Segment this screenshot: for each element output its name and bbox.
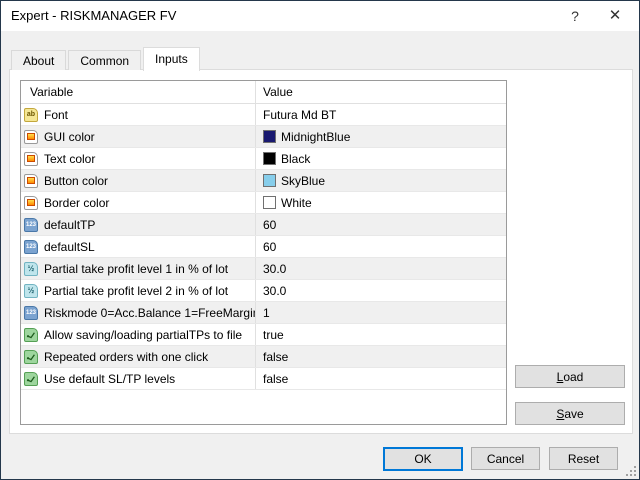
color-param-icon <box>24 151 38 166</box>
color-param-icon <box>24 173 38 188</box>
variable-name: Partial take profit level 2 in % of lot <box>44 283 229 298</box>
value-text: MidnightBlue <box>281 129 351 144</box>
table-row[interactable]: ½ Partial take profit level 2 in % of lot… <box>21 280 506 302</box>
reset-button[interactable]: Reset <box>549 447 618 470</box>
table-row[interactable]: Text color Black <box>21 148 506 170</box>
table-header: Variable Value <box>21 81 506 104</box>
table-row[interactable]: 123 defaultTP 60 <box>21 214 506 236</box>
close-button[interactable]: ✕ <box>599 1 631 31</box>
color-param-icon <box>24 195 38 210</box>
variable-name: Allow saving/loading partialTPs to file <box>44 327 243 342</box>
variable-name: Use default SL/TP levels <box>44 371 176 386</box>
value-cell[interactable]: 1 <box>256 302 506 323</box>
color-param-icon <box>24 129 38 144</box>
integer-param-icon: 123 <box>24 217 38 232</box>
tab-about[interactable]: About <box>11 50 67 70</box>
value-text: 30.0 <box>263 283 287 298</box>
save-button[interactable]: Save <box>515 402 625 425</box>
table-row[interactable]: 123 Riskmode 0=Acc.Balance 1=FreeMargin..… <box>21 302 506 324</box>
ok-button[interactable]: OK <box>383 447 463 471</box>
value-cell[interactable]: MidnightBlue <box>256 126 506 147</box>
value-text: 60 <box>263 239 277 254</box>
table-row[interactable]: Use default SL/TP levels false <box>21 368 506 390</box>
help-button[interactable]: ? <box>559 1 591 31</box>
variable-name: Border color <box>44 195 110 210</box>
title-bar[interactable]: Expert - RISKMANAGER FV ? ✕ <box>1 1 639 31</box>
value-text: SkyBlue <box>281 173 326 188</box>
table-body: ab Font Futura Md BT GUI color MidnightBlue T… <box>21 104 506 390</box>
variable-name: GUI color <box>44 129 95 144</box>
value-cell[interactable]: 30.0 <box>256 258 506 279</box>
value-cell[interactable]: 60 <box>256 214 506 235</box>
variable-name: Repeated orders with one click <box>44 349 209 364</box>
variable-name: Text color <box>44 151 96 166</box>
table-row[interactable]: ab Font Futura Md BT <box>21 104 506 126</box>
value-text: 1 <box>263 305 270 320</box>
value-text: false <box>263 371 289 386</box>
value-cell[interactable]: false <box>256 368 506 389</box>
color-swatch <box>263 174 276 187</box>
value-text: 30.0 <box>263 261 287 276</box>
window-title: Expert - RISKMANAGER FV <box>11 8 177 23</box>
value-text: Black <box>281 151 311 166</box>
value-text: White <box>281 195 312 210</box>
bool-param-icon <box>24 349 38 364</box>
value-cell[interactable]: SkyBlue <box>256 170 506 191</box>
value-text: Futura Md BT <box>263 107 337 122</box>
variable-name: defaultTP <box>44 217 96 232</box>
variable-name: Font <box>44 107 69 122</box>
variable-name: Riskmode 0=Acc.Balance 1=FreeMargin... <box>44 305 256 320</box>
tab-common[interactable]: Common <box>68 50 142 70</box>
double-param-icon: ½ <box>24 261 38 276</box>
bool-param-icon <box>24 327 38 342</box>
value-cell[interactable]: false <box>256 346 506 367</box>
column-header-value: Value <box>263 85 293 99</box>
color-swatch <box>263 152 276 165</box>
value-cell[interactable]: Futura Md BT <box>256 104 506 125</box>
bool-param-icon <box>24 371 38 386</box>
parameters-table: Variable Value ab Font Futura Md BT GUI col… <box>20 80 507 425</box>
table-row[interactable]: ½ Partial take profit level 1 in % of lot… <box>21 258 506 280</box>
value-cell[interactable]: Black <box>256 148 506 169</box>
text-param-icon: ab <box>24 107 38 122</box>
value-cell[interactable]: true <box>256 324 506 345</box>
color-swatch <box>263 130 276 143</box>
column-header-variable: Variable <box>21 81 256 103</box>
integer-param-icon: 123 <box>24 239 38 254</box>
table-row[interactable]: 123 defaultSL 60 <box>21 236 506 258</box>
value-cell[interactable]: White <box>256 192 506 213</box>
integer-param-icon: 123 <box>24 305 38 320</box>
tab-strip: About Common Inputs <box>11 46 202 71</box>
table-row[interactable]: Allow saving/loading partialTPs to file t… <box>21 324 506 346</box>
value-cell[interactable]: 30.0 <box>256 280 506 301</box>
resize-grip-icon[interactable] <box>626 466 636 476</box>
value-text: 60 <box>263 217 277 232</box>
value-text: true <box>263 327 284 342</box>
load-button[interactable]: Load <box>515 365 625 388</box>
double-param-icon: ½ <box>24 283 38 298</box>
variable-name: Button color <box>44 173 109 188</box>
value-cell[interactable]: 60 <box>256 236 506 257</box>
table-row[interactable]: Button color SkyBlue <box>21 170 506 192</box>
tab-inputs[interactable]: Inputs <box>143 47 200 71</box>
color-swatch <box>263 196 276 209</box>
table-row[interactable]: Repeated orders with one click false <box>21 346 506 368</box>
variable-name: defaultSL <box>44 239 95 254</box>
variable-name: Partial take profit level 1 in % of lot <box>44 261 229 276</box>
cancel-button[interactable]: Cancel <box>471 447 540 470</box>
table-row[interactable]: Border color White <box>21 192 506 214</box>
value-text: false <box>263 349 289 364</box>
expert-properties-dialog: Expert - RISKMANAGER FV ? ✕ About Common… <box>0 0 640 480</box>
table-row[interactable]: GUI color MidnightBlue <box>21 126 506 148</box>
